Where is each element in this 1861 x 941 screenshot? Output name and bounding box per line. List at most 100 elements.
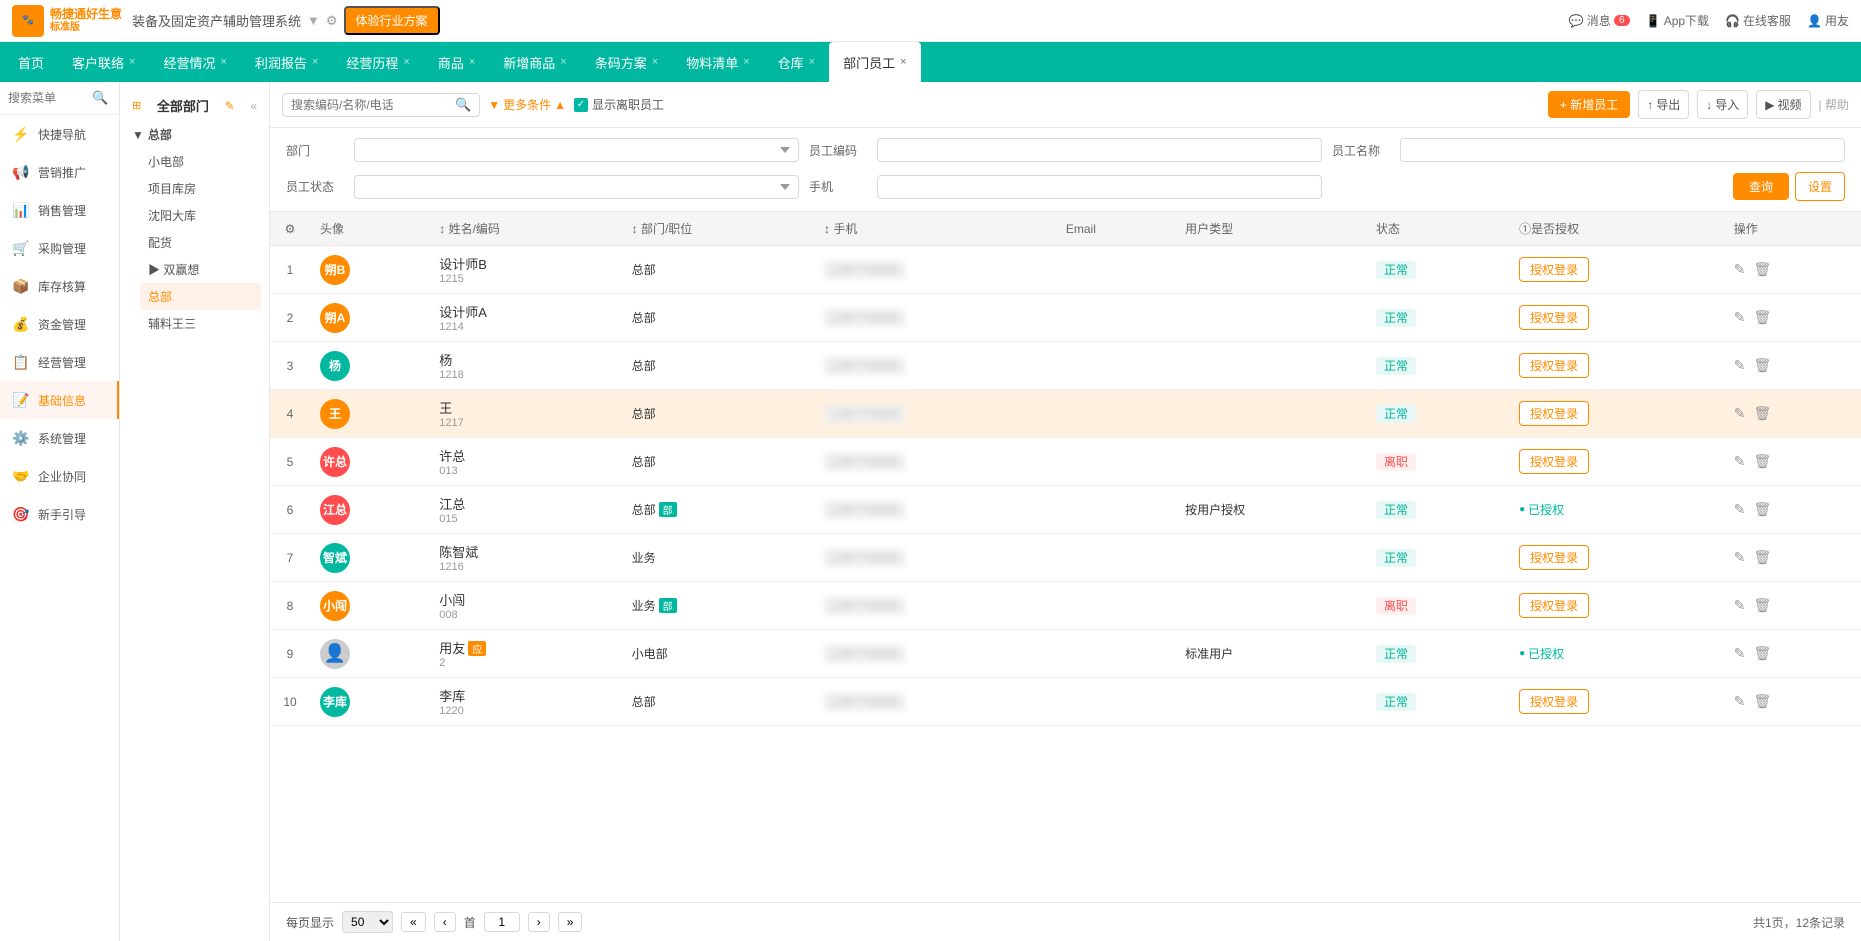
- sidebar-item-guide[interactable]: 🎯 新手引导: [0, 495, 119, 533]
- first-page-btn[interactable]: «: [401, 912, 426, 932]
- tab-history[interactable]: 经营历程×: [332, 42, 423, 82]
- cell-user-type: [1175, 534, 1366, 582]
- cell-auth: 授权登录: [1509, 534, 1724, 582]
- sidebar-item-marketing[interactable]: 📢 营销推广: [0, 153, 119, 191]
- search-input[interactable]: [291, 98, 451, 112]
- edit-icon[interactable]: ✎: [1734, 405, 1746, 422]
- filter-phone-input[interactable]: [877, 175, 1322, 199]
- authorize-button[interactable]: 授权登录: [1519, 545, 1589, 570]
- sidebar-item-quicknav[interactable]: ⚡ 快捷导航: [0, 115, 119, 153]
- dept-item-shenyang[interactable]: 沈阳大库: [140, 202, 261, 229]
- edit-icon[interactable]: ✎: [1734, 501, 1746, 518]
- page-number-input[interactable]: [484, 912, 520, 932]
- filter-emp-code-input[interactable]: [877, 138, 1322, 162]
- delete-icon[interactable]: 🗑: [1754, 309, 1772, 326]
- sidebar-item-purchase[interactable]: 🛒 采购管理: [0, 229, 119, 267]
- export-button[interactable]: ↑ 导出: [1638, 90, 1689, 119]
- table-row: 7智斌陈智斌1216业务138****8888正常授权登录✎🗑: [270, 534, 1861, 582]
- edit-icon[interactable]: ✎: [1734, 357, 1746, 374]
- cell-dept: 业务: [622, 534, 814, 582]
- page-size-select[interactable]: 50 100: [342, 911, 393, 933]
- sidebar-item-basic[interactable]: 📝 基础信息: [0, 381, 119, 419]
- query-button[interactable]: 查询: [1733, 173, 1789, 200]
- authorize-button[interactable]: 授权登录: [1519, 593, 1589, 618]
- sidebar-item-sales[interactable]: 📊 销售管理: [0, 191, 119, 229]
- page-size-label: 每页显示: [286, 914, 334, 931]
- tab-home[interactable]: 首页: [4, 42, 58, 82]
- dept-item-aux[interactable]: 辅料王三: [140, 310, 261, 337]
- dept-item-small-elec[interactable]: 小电部: [140, 148, 261, 175]
- set-button[interactable]: 设置: [1795, 172, 1845, 201]
- authorize-button[interactable]: 授权登录: [1519, 305, 1589, 330]
- authorize-button[interactable]: 授权登录: [1519, 401, 1589, 426]
- more-conditions-btn[interactable]: ▼ 更多条件 ▲: [488, 96, 566, 113]
- cell-name: 设计师A1214: [429, 294, 621, 342]
- delete-icon[interactable]: 🗑: [1754, 453, 1772, 470]
- delete-icon[interactable]: 🗑: [1754, 261, 1772, 278]
- sidebar-item-finance[interactable]: 💰 资金管理: [0, 305, 119, 343]
- tab-warehouse[interactable]: 仓库×: [764, 42, 829, 82]
- sidebar-item-business[interactable]: 📋 经营管理: [0, 343, 119, 381]
- collapse-icon[interactable]: «: [250, 99, 257, 113]
- dept-group-header-main[interactable]: ▼ 总部: [128, 121, 261, 148]
- edit-icon[interactable]: ✎: [1734, 261, 1746, 278]
- tab-dept-employee[interactable]: 部门员工×: [829, 42, 920, 82]
- delete-icon[interactable]: 🗑: [1754, 597, 1772, 614]
- filter-dept-select[interactable]: [354, 138, 799, 162]
- prev-page-btn[interactable]: ‹: [434, 912, 456, 932]
- cell-name: 李库1220: [429, 678, 621, 726]
- edit-dept-icon[interactable]: ✎: [225, 99, 235, 113]
- right-panel: 🔍 ▼ 更多条件 ▲ ✓ 显示离职员工 + 新增员工 ↑ 导出: [270, 82, 1861, 941]
- authorize-button[interactable]: 授权登录: [1519, 257, 1589, 282]
- edit-icon[interactable]: ✎: [1734, 597, 1746, 614]
- user-button[interactable]: 👤 用友: [1807, 12, 1849, 29]
- gear-icon[interactable]: ⚙: [326, 13, 338, 29]
- authorize-button[interactable]: 授权登录: [1519, 689, 1589, 714]
- delete-icon[interactable]: 🗑: [1754, 357, 1772, 374]
- trial-button[interactable]: 体验行业方案: [344, 6, 440, 35]
- import-button[interactable]: ↓ 导入: [1697, 90, 1748, 119]
- help-button[interactable]: | 帮助: [1819, 96, 1849, 113]
- authorize-button[interactable]: 授权登录: [1519, 449, 1589, 474]
- edit-icon[interactable]: ✎: [1734, 309, 1746, 326]
- delete-icon[interactable]: 🗑: [1754, 645, 1772, 662]
- authorize-button[interactable]: 授权登录: [1519, 353, 1589, 378]
- cell-user-type: [1175, 246, 1366, 294]
- business-icon: 📋: [12, 353, 30, 371]
- sidebar-item-inventory[interactable]: 📦 库存核算: [0, 267, 119, 305]
- tab-operation[interactable]: 经营情况×: [149, 42, 240, 82]
- show-resigned-checkbox[interactable]: ✓ 显示离职员工: [574, 96, 664, 113]
- tab-bom[interactable]: 物料清单×: [672, 42, 763, 82]
- sidebar-item-system[interactable]: ⚙️ 系统管理: [0, 419, 119, 457]
- delete-icon[interactable]: 🗑: [1754, 549, 1772, 566]
- dept-item-shuangyingxiang[interactable]: ▶ 双赢想: [140, 256, 261, 283]
- online-service-button[interactable]: 🎧 在线客服: [1725, 12, 1791, 29]
- filter-status-select[interactable]: [354, 175, 799, 199]
- sidebar-search-input[interactable]: [8, 91, 88, 105]
- edit-icon[interactable]: ✎: [1734, 645, 1746, 662]
- add-employee-button[interactable]: + 新增员工: [1548, 91, 1630, 118]
- edit-icon[interactable]: ✎: [1734, 453, 1746, 470]
- delete-icon[interactable]: 🗑: [1754, 501, 1772, 518]
- tab-new-product[interactable]: 新增商品×: [489, 42, 580, 82]
- view-button[interactable]: ▶ 视频: [1756, 90, 1810, 119]
- delete-icon[interactable]: 🗑: [1754, 693, 1772, 710]
- dept-item-project[interactable]: 项目库房: [140, 175, 261, 202]
- next-page-btn[interactable]: ›: [528, 912, 550, 932]
- filter-emp-name-input[interactable]: [1400, 138, 1845, 162]
- delete-icon[interactable]: 🗑: [1754, 405, 1772, 422]
- sidebar-item-collab[interactable]: 🤝 企业协同: [0, 457, 119, 495]
- dept-item-distribution[interactable]: 配货: [140, 229, 261, 256]
- tab-barcode[interactable]: 条码方案×: [581, 42, 672, 82]
- tab-customer[interactable]: 客户联络×: [58, 42, 149, 82]
- dept-item-head[interactable]: 总部: [140, 283, 261, 310]
- edit-icon[interactable]: ✎: [1734, 549, 1746, 566]
- edit-icon[interactable]: ✎: [1734, 693, 1746, 710]
- table-row: 9👤用友应2小电部138****8888标准用户正常已授权✎🗑: [270, 630, 1861, 678]
- message-button[interactable]: 💬 消息 6: [1569, 12, 1630, 29]
- tab-product[interactable]: 商品×: [424, 42, 489, 82]
- last-page-btn[interactable]: »: [558, 912, 583, 932]
- tab-profit[interactable]: 利润报告×: [241, 42, 332, 82]
- app-download-button[interactable]: 📱 App下载: [1646, 12, 1709, 29]
- th-settings[interactable]: ⚙: [270, 212, 310, 246]
